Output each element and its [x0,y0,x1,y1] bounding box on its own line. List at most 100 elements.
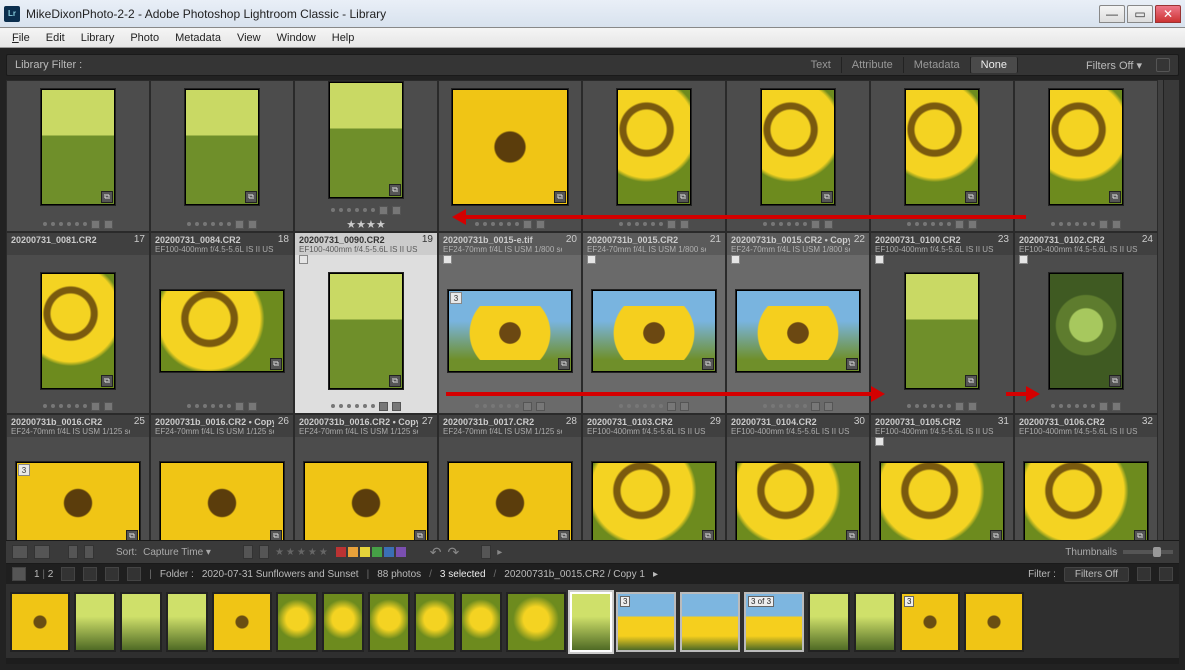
menu-metadata[interactable]: Metadata [167,30,229,46]
rating-stars[interactable]: ★★★★★ [275,547,330,558]
menu-edit[interactable]: Edit [38,30,73,46]
grid-cell[interactable]: ⧉ [726,80,870,232]
grid-cell[interactable]: 20200731_0090.CR2EF100-400mm f/4.5-5.6L … [294,232,438,414]
grid-cell[interactable]: ⧉ ★★★★ [294,80,438,232]
filter-preset-dropdown[interactable]: Filters Off ▾ [1078,57,1150,74]
grid-cell[interactable]: 20200731b_0015-e.tifEF24-70mm f/4L IS US… [438,232,582,414]
nav-forward-button[interactable] [83,567,97,581]
grid-cell[interactable]: 20200731b_0016.CR2 • Copy 2EF24-70mm f/4… [294,414,438,540]
thumbnail-image[interactable]: ⧉ [159,461,285,540]
color-label-swatch[interactable] [360,547,370,557]
color-label-swatch[interactable] [396,547,406,557]
grid-cell[interactable]: ⧉ [150,80,294,232]
thumbnail-image[interactable]: ⧉ [303,461,429,540]
menu-window[interactable]: Window [269,30,324,46]
filmstrip[interactable]: 3 3 of 3 3 [6,584,1179,660]
grid-cell[interactable]: 20200731_0105.CR2EF100-400mm f/4.5-5.6L … [870,414,1014,540]
filmstrip-thumbnail[interactable] [570,592,612,652]
stack-count-badge[interactable]: 3 [620,596,630,607]
thumbnail-image[interactable]: ⧉ [616,88,692,206]
filter-lock-icon[interactable] [1156,58,1170,72]
filmstrip-thumbnail[interactable] [166,592,208,652]
grid-cell[interactable]: 20200731b_0015.CR2EF24-70mm f/4L IS USM … [582,232,726,414]
thumbnail-image[interactable]: ⧉ [1048,88,1124,206]
grid-cell[interactable]: 20200731_0103.CR2EF100-400mm f/4.5-5.6L … [582,414,726,540]
filmstrip-filter-flag-icon[interactable] [1137,567,1151,581]
rating-display[interactable]: ★★★★ [295,217,437,231]
flag-rejected-icon[interactable] [259,545,269,559]
thumbnail-image[interactable]: ⧉ [328,81,404,199]
grid-cell[interactable]: 20200731b_0016.CR2 • Copy 1EF24-70mm f/4… [150,414,294,540]
thumbnail-image[interactable]: ⧉ [760,88,836,206]
filmstrip-thumbnail[interactable] [460,592,502,652]
filmstrip-thumbnail[interactable] [808,592,850,652]
filmstrip-thumbnail[interactable] [74,592,116,652]
filmstrip-filter-lock-icon[interactable] [1159,567,1173,581]
thumbnail-image[interactable]: ⧉ [1048,272,1124,390]
filter-tab-metadata[interactable]: Metadata [904,57,971,73]
flag-picked-icon[interactable] [243,545,253,559]
breadcrumb-folder[interactable]: 2020-07-31 Sunflowers and Sunset [202,569,359,580]
color-label-swatch[interactable] [372,547,382,557]
filmstrip-thumbnail[interactable] [276,592,318,652]
thumbnail-image[interactable]: ⧉ [184,88,260,206]
filmstrip-thumbnail[interactable] [964,592,1024,652]
window-maximize-button[interactable]: ▭ [1127,5,1153,23]
grid-cell[interactable]: 20200731_0084.CR2EF100-400mm f/4.5-5.6L … [150,232,294,414]
rotate-left-icon[interactable]: ↶ [430,544,442,561]
menu-file[interactable]: File [4,30,38,46]
stack-count-badge[interactable]: 3 [450,292,462,304]
thumbnail-image[interactable]: ⧉ [735,289,861,373]
filmstrip-thumbnail[interactable] [120,592,162,652]
thumbnail-image[interactable]: ⧉ [451,88,569,206]
filmstrip-thumbnail[interactable]: 3 [900,592,960,652]
thumbnail-size-slider[interactable] [1123,550,1173,554]
filmstrip-thumbnail[interactable]: 3 [616,592,676,652]
filmstrip-scrollbar[interactable] [6,658,1179,664]
thumbnail-grid[interactable]: ⧉⧉⧉★★★★⧉⧉⧉⧉⧉20200731_0081.CR217⧉20200731… [6,80,1163,540]
thumbnail-image[interactable]: ⧉3 [447,289,573,373]
filmstrip-thumbnail[interactable] [322,592,364,652]
grid-cell[interactable]: ⧉ [6,80,150,232]
filmstrip-thumbnail[interactable] [414,592,456,652]
sort-dropdown[interactable]: Capture Time ▾ [143,547,211,558]
rotate-right-icon[interactable]: ↷ [448,544,460,561]
nav-back-button[interactable] [61,567,75,581]
grid-cell[interactable]: ⧉ [1014,80,1158,232]
stack-count-badge[interactable]: 3 [904,596,914,607]
grid-scrollbar[interactable] [1163,80,1179,540]
grid-cell[interactable]: 20200731_0106.CR2EF100-400mm f/4.5-5.6L … [1014,414,1158,540]
menu-library[interactable]: Library [73,30,123,46]
filter-tab-text[interactable]: Text [801,57,842,73]
thumbnail-image[interactable]: ⧉ [40,272,116,390]
filter-tab-attribute[interactable]: Attribute [842,57,904,73]
filmstrip-filter-dropdown[interactable]: Filters Off [1064,567,1129,582]
thumbnail-image[interactable]: ⧉ [879,461,1005,540]
filter-tab-none[interactable]: None [971,57,1018,73]
thumbnail-image[interactable]: ⧉ [904,272,980,390]
thumbnail-image[interactable]: ⧉ [40,88,116,206]
grid-cell[interactable]: 20200731_0081.CR217⧉ [6,232,150,414]
grid-cell[interactable]: ⧉ [582,80,726,232]
thumbnail-image[interactable]: ⧉ [591,461,717,540]
main-window-button[interactable] [12,567,26,581]
thumbnail-image[interactable]: ⧉ [735,461,861,540]
page-indicator[interactable]: 1 | 2 [34,569,53,580]
color-label-swatch[interactable] [384,547,394,557]
window-close-button[interactable]: ✕ [1155,5,1181,23]
view-grid-button[interactable] [12,545,28,559]
thumbnail-image[interactable]: ⧉ [447,461,573,540]
tag-icon[interactable] [84,545,94,559]
filmstrip-thumbnail[interactable] [680,592,740,652]
grid-cell[interactable]: 20200731b_0016.CR2EF24-70mm f/4L IS USM … [6,414,150,540]
menu-photo[interactable]: Photo [122,30,167,46]
color-label-swatch[interactable] [336,547,346,557]
grid-mode-icon[interactable] [105,567,119,581]
grid-cell[interactable]: 20200731b_0015.CR2 • Copy 1EF24-70mm f/4… [726,232,870,414]
grid-cell[interactable]: 20200731_0104.CR2EF100-400mm f/4.5-5.6L … [726,414,870,540]
stack-count-badge[interactable]: 3 of 3 [748,596,774,607]
grid-cell[interactable]: ⧉ [870,80,1014,232]
thumbnail-image[interactable]: ⧉ [328,272,404,390]
thumbnail-image[interactable]: ⧉ [904,88,980,206]
compare-mode-icon[interactable] [127,567,141,581]
